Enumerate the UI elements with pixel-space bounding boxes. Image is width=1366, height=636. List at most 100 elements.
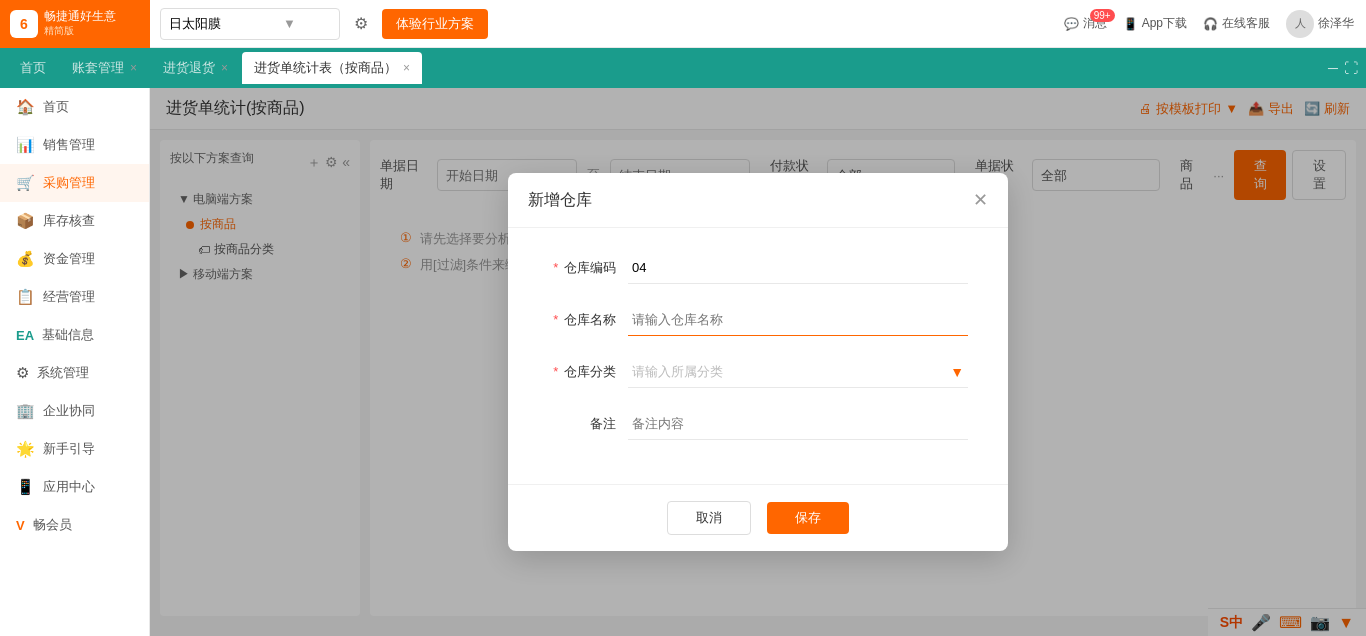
sidebar-enterprise-label: 企业协同	[43, 402, 95, 420]
form-row-code: * 仓库编码	[548, 252, 968, 284]
warehouse-name-input[interactable]	[628, 304, 968, 336]
tab-purchase-stats[interactable]: 进货单统计表（按商品） ×	[242, 52, 422, 84]
tab-minimize-icon[interactable]: ─	[1328, 60, 1338, 76]
header-right: 💬 消息 99+ 📱 App下载 🎧 在线客服 人 徐泽华	[1064, 10, 1354, 38]
sidebar-item-purchase[interactable]: 🛒 采购管理	[0, 164, 149, 202]
logo-text: 畅捷通好生意	[44, 9, 116, 25]
sidebar-item-apps[interactable]: 📱 应用中心	[0, 468, 149, 506]
tab-purchase-stats-close[interactable]: ×	[403, 61, 410, 75]
trial-button[interactable]: 体验行业方案	[382, 9, 488, 39]
sidebar-home-label: 首页	[43, 98, 69, 116]
type-label: * 仓库分类	[548, 363, 628, 381]
logo-text-block: 畅捷通好生意 精简版	[44, 9, 116, 39]
modal-overlay: 新增仓库 ✕ * 仓库编码 *	[150, 88, 1366, 636]
settings-header-icon[interactable]: ⚙	[354, 14, 368, 33]
tab-controls: ─ ⛶	[1328, 60, 1358, 76]
cancel-button[interactable]: 取消	[667, 501, 751, 535]
remarks-input[interactable]	[628, 408, 968, 440]
sidebar-item-operations[interactable]: 📋 经营管理	[0, 278, 149, 316]
tab-account-label: 账套管理	[72, 59, 124, 77]
main-content: 进货单统计(按商品) 🖨 按模板打印 ▼ 📤 导出 🔄 刷新	[150, 88, 1366, 636]
sidebar-item-guide[interactable]: 🌟 新手引导	[0, 430, 149, 468]
sidebar-item-inventory[interactable]: 📦 库存核查	[0, 202, 149, 240]
online-service-label: 在线客服	[1222, 15, 1270, 32]
apps-icon: 📱	[16, 478, 35, 496]
sidebar-item-sales[interactable]: 📊 销售管理	[0, 126, 149, 164]
form-row-remarks: 备注	[548, 408, 968, 440]
required-mark-type: *	[553, 364, 558, 379]
form-row-type: * 仓库分类 请输入所属分类 ▼	[548, 356, 968, 388]
sidebar: 🏠 首页 📊 销售管理 🛒 采购管理 📦 库存核查 💰 资金管理 📋 经营管理 …	[0, 88, 150, 636]
tab-expand-icon[interactable]: ⛶	[1344, 60, 1358, 76]
online-service-item[interactable]: 🎧 在线客服	[1203, 15, 1270, 32]
form-row-name: * 仓库名称	[548, 304, 968, 336]
warehouse-type-select[interactable]: 请输入所属分类 ▼	[628, 356, 968, 388]
tab-purchase-stats-label: 进货单统计表（按商品）	[254, 59, 397, 77]
app-download-item[interactable]: 📱 App下载	[1123, 15, 1187, 32]
warehouse-code-input[interactable]	[628, 252, 968, 284]
tab-account[interactable]: 账套管理 ×	[60, 52, 149, 84]
tab-purchase-return[interactable]: 进货退货 ×	[151, 52, 240, 84]
system-icon: ⚙	[16, 364, 29, 382]
sidebar-item-home[interactable]: 🏠 首页	[0, 88, 149, 126]
sidebar-guide-label: 新手引导	[43, 440, 95, 458]
name-label: * 仓库名称	[548, 311, 628, 329]
warehouse-type-arrow-icon: ▼	[950, 364, 964, 380]
search-bar[interactable]: ▼	[160, 8, 340, 40]
code-label: * 仓库编码	[548, 259, 628, 277]
guide-icon: 🌟	[16, 440, 35, 458]
tab-bar: 首页 账套管理 × 进货退货 × 进货单统计表（按商品） × ─ ⛶	[0, 48, 1366, 88]
inventory-icon: 📦	[16, 212, 35, 230]
sidebar-inventory-label: 库存核查	[43, 212, 95, 230]
headset-icon: 🎧	[1203, 17, 1218, 31]
sidebar-system-label: 系统管理	[37, 364, 89, 382]
sidebar-operations-label: 经营管理	[43, 288, 95, 306]
sidebar-item-vip[interactable]: V 畅会员	[0, 506, 149, 544]
mobile-icon: 📱	[1123, 17, 1138, 31]
sidebar-purchase-label: 采购管理	[43, 174, 95, 192]
finance-icon: 💰	[16, 250, 35, 268]
user-item[interactable]: 人 徐泽华	[1286, 10, 1354, 38]
sidebar-item-finance[interactable]: 💰 资金管理	[0, 240, 149, 278]
tab-home[interactable]: 首页	[8, 52, 58, 84]
remarks-label: 备注	[548, 415, 628, 433]
save-button[interactable]: 保存	[767, 502, 849, 534]
purchase-icon: 🛒	[16, 174, 35, 192]
warehouse-type-placeholder: 请输入所属分类	[632, 363, 723, 381]
modal-body: * 仓库编码 * 仓库名称	[508, 228, 1008, 484]
home-icon: 🏠	[16, 98, 35, 116]
message-icon: 💬	[1064, 17, 1079, 31]
username-label: 徐泽华	[1318, 15, 1354, 32]
modal-footer: 取消 保存	[508, 484, 1008, 551]
sidebar-item-system[interactable]: ⚙ 系统管理	[0, 354, 149, 392]
modal-close-icon[interactable]: ✕	[973, 189, 988, 211]
search-dropdown-icon[interactable]: ▼	[283, 16, 296, 31]
sidebar-finance-label: 资金管理	[43, 250, 95, 268]
app-download-label: App下载	[1142, 15, 1187, 32]
required-mark-name: *	[553, 312, 558, 327]
sidebar-item-enterprise[interactable]: 🏢 企业协同	[0, 392, 149, 430]
logo-sub: 精简版	[44, 24, 116, 38]
tab-home-label: 首页	[20, 59, 46, 77]
logo-area: 6 畅捷通好生意 精简版	[0, 0, 150, 48]
sidebar-item-basic[interactable]: EA 基础信息	[0, 316, 149, 354]
main-layout: 🏠 首页 📊 销售管理 🛒 采购管理 📦 库存核查 💰 资金管理 📋 经营管理 …	[0, 88, 1366, 636]
messages-badge: 99+	[1090, 9, 1115, 22]
operations-icon: 📋	[16, 288, 35, 306]
sidebar-vip-label: 畅会员	[33, 516, 72, 534]
sidebar-sales-label: 销售管理	[43, 136, 95, 154]
top-header: 6 畅捷通好生意 精简版 ▼ ⚙ 体验行业方案 💬 消息 99+ 📱 App下载…	[0, 0, 1366, 48]
basic-icon: EA	[16, 328, 34, 343]
tab-account-close[interactable]: ×	[130, 61, 137, 75]
sales-icon: 📊	[16, 136, 35, 154]
avatar: 人	[1286, 10, 1314, 38]
modal-add-warehouse: 新增仓库 ✕ * 仓库编码 *	[508, 173, 1008, 551]
enterprise-icon: 🏢	[16, 402, 35, 420]
required-mark-code: *	[553, 260, 558, 275]
tab-purchase-return-label: 进货退货	[163, 59, 215, 77]
messages-item[interactable]: 💬 消息 99+	[1064, 15, 1107, 32]
sidebar-apps-label: 应用中心	[43, 478, 95, 496]
search-input[interactable]	[169, 16, 279, 31]
tab-purchase-return-close[interactable]: ×	[221, 61, 228, 75]
logo-icon: 6	[10, 10, 38, 38]
